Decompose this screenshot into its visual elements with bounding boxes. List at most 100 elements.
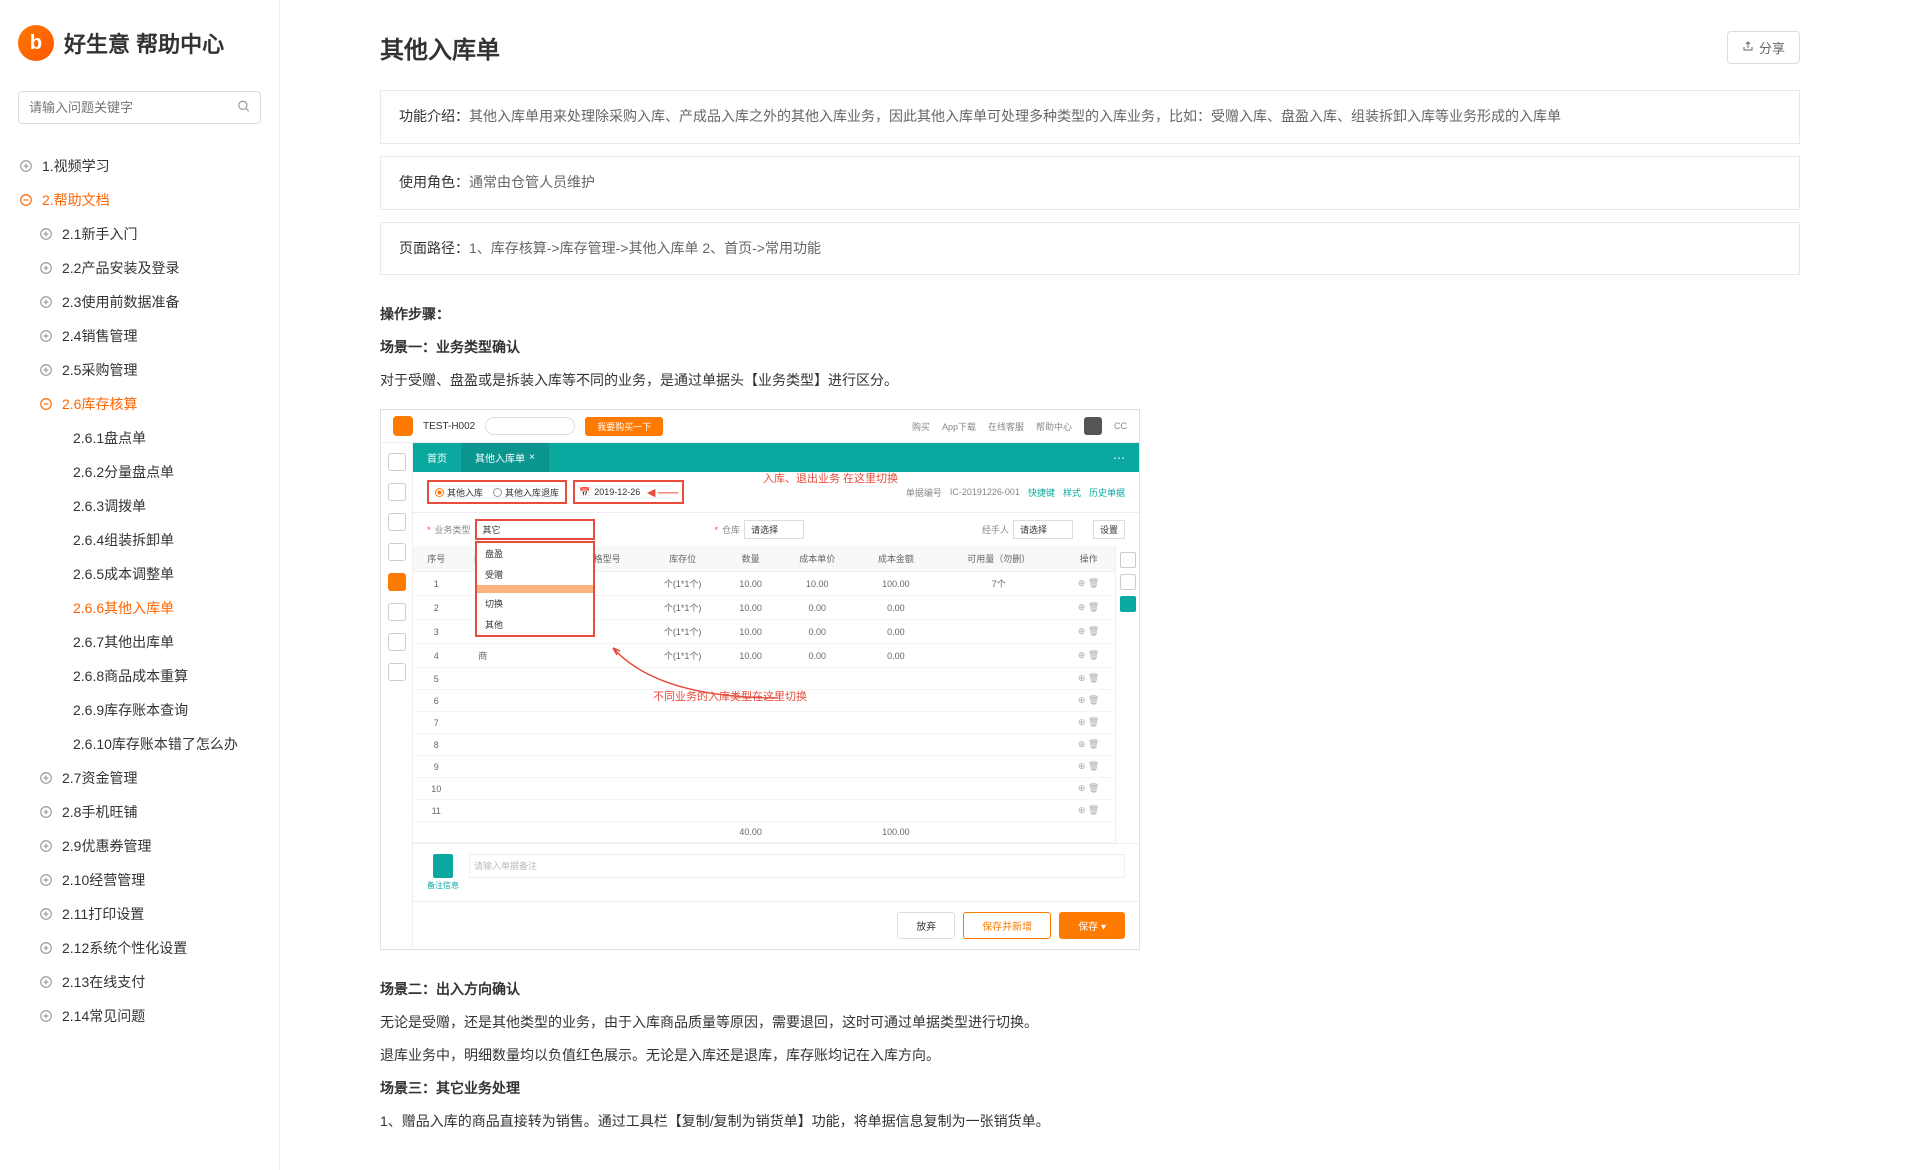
ss-shortcut-link[interactable]: 快捷键 <box>1028 486 1055 499</box>
nav-item-label: 2.帮助文档 <box>42 190 110 210</box>
nav-item-label: 2.14常见问题 <box>62 1006 145 1026</box>
ss-rb-icon[interactable] <box>1120 552 1136 568</box>
nav-item-label: 2.1新手入门 <box>62 224 137 244</box>
row-action-icon[interactable]: ⊕ 🗑 <box>1078 626 1099 636</box>
scene2-text2: 退库业务中，明细数量均以负值红色展示。无论是入库还是退库，库存账均记在入库方向。 <box>380 1041 1800 1069</box>
ss-rb-icon[interactable] <box>1120 574 1136 590</box>
table-row[interactable]: 4商个(1*1个)10.000.000.00⊕ 🗑 <box>413 644 1115 668</box>
nav-item[interactable]: 2.帮助文档 <box>18 183 261 217</box>
ss-toplink-help[interactable]: 帮助中心 <box>1036 420 1072 433</box>
ss-toplink-app[interactable]: App下载 <box>942 420 976 433</box>
ss-side-icon[interactable] <box>388 513 406 531</box>
table-header: 可用量（勿删） <box>935 546 1062 572</box>
nav-item[interactable]: 2.6.7其他出库单 <box>18 625 261 659</box>
plus-icon <box>38 804 54 820</box>
ss-rb-icon[interactable] <box>1120 596 1136 612</box>
search-input[interactable] <box>18 91 261 124</box>
ss-side-icon[interactable] <box>388 453 406 471</box>
scene3-title: 场景三：其它业务处理 <box>380 1074 1800 1102</box>
close-icon[interactable]: × <box>529 452 535 463</box>
search-box <box>18 91 261 124</box>
nav-item-label: 2.6.3调拨单 <box>73 496 146 516</box>
ss-side-icon[interactable] <box>388 663 406 681</box>
ss-toplink-buy[interactable]: 购买 <box>912 420 930 433</box>
ss-tab-home[interactable]: 首页 <box>413 443 461 472</box>
annotation-1: 入库、退出业务 在这里切换 <box>763 470 898 486</box>
ss-biztype-dropdown[interactable]: 盘盈 受赠 切换 其他 <box>475 541 595 637</box>
nav-item[interactable]: 2.4销售管理 <box>18 319 261 353</box>
ss-tab-current[interactable]: 其他入库单 × <box>461 443 549 472</box>
search-icon[interactable] <box>237 99 251 116</box>
nav-item[interactable]: 1.视频学习 <box>18 149 261 183</box>
row-action-icon[interactable]: ⊕ 🗑 <box>1078 602 1099 612</box>
ss-remark-input[interactable]: 请输入单据备注 <box>469 854 1125 878</box>
ss-buy-button[interactable]: 我要购买一下 <box>585 417 663 436</box>
nav-item[interactable]: 2.6.5成本调整单 <box>18 557 261 591</box>
nav-item[interactable]: 2.1新手入门 <box>18 217 261 251</box>
share-button[interactable]: 分享 <box>1727 31 1800 64</box>
nav-item[interactable]: 2.5采购管理 <box>18 353 261 387</box>
page-title: 其他入库单 <box>380 30 500 65</box>
table-row[interactable]: 9⊕ 🗑 <box>413 756 1115 778</box>
nav-item[interactable]: 2.8手机旺铺 <box>18 795 261 829</box>
nav-item[interactable]: 2.2产品安装及登录 <box>18 251 261 285</box>
ss-search-mini[interactable] <box>485 417 575 435</box>
ss-date-picker[interactable]: 📅 2019-12-26 ◄── <box>573 480 684 504</box>
scene1-title: 场景一：业务类型确认 <box>380 333 1800 361</box>
ss-side-icon[interactable] <box>388 633 406 651</box>
nav-item[interactable]: 2.6.2分量盘点单 <box>18 455 261 489</box>
table-row[interactable]: 8⊕ 🗑 <box>413 734 1115 756</box>
content-section: 操作步骤： 场景一：业务类型确认 对于受赠、盘盈或是拆装入库等不同的业务，是通过… <box>380 300 1800 1135</box>
table-row[interactable]: 10⊕ 🗑 <box>413 778 1115 800</box>
ss-doctype-radio[interactable]: 其他入库 其他入库退库 <box>427 480 567 504</box>
nav-item-label: 2.6.6其他入库单 <box>73 598 174 618</box>
ss-side-icon[interactable] <box>388 543 406 561</box>
ss-style-link[interactable]: 样式 <box>1063 486 1081 499</box>
nav-item[interactable]: 2.12系统个性化设置 <box>18 931 261 965</box>
scene3-text: 1、赠品入库的商品直接转为销售。通过工具栏【复制/复制为销货单】功能，将单据信息… <box>380 1107 1800 1135</box>
nav-item[interactable]: 2.6.1盘点单 <box>18 421 261 455</box>
ss-handler-select[interactable]: 请选择 <box>1013 520 1073 539</box>
nav-item-label: 2.4销售管理 <box>62 326 137 346</box>
nav-item-label: 2.6.8商品成本重算 <box>73 666 188 686</box>
ss-cancel-button[interactable]: 放弃 <box>897 912 955 939</box>
nav-item[interactable]: 2.6.3调拨单 <box>18 489 261 523</box>
nav-item[interactable]: 2.6库存核算 <box>18 387 261 421</box>
ss-save-button[interactable]: 保存 ▾ <box>1059 912 1125 939</box>
nav-item[interactable]: 2.6.8商品成本重算 <box>18 659 261 693</box>
plus-icon <box>38 1008 54 1024</box>
ss-side-icon[interactable] <box>388 483 406 501</box>
nav-item[interactable]: 2.6.4组装拆卸单 <box>18 523 261 557</box>
nav-item[interactable]: 2.10经营管理 <box>18 863 261 897</box>
ss-tab-more[interactable]: ⋯ <box>1099 444 1139 472</box>
nav-item[interactable]: 2.6.9库存账本查询 <box>18 693 261 727</box>
table-row[interactable]: 11⊕ 🗑 <box>413 800 1115 822</box>
minus-icon <box>38 396 54 412</box>
ss-rightbar <box>1115 546 1139 843</box>
row-action-icon[interactable]: ⊕ 🗑 <box>1078 650 1099 660</box>
nav-item-label: 2.8手机旺铺 <box>62 802 137 822</box>
nav-item[interactable]: 2.11打印设置 <box>18 897 261 931</box>
ss-save-add-button[interactable]: 保存并新增 <box>963 912 1051 939</box>
nav-item[interactable]: 2.7资金管理 <box>18 761 261 795</box>
row-action-icon[interactable]: ⊕ 🗑 <box>1078 578 1099 588</box>
table-row[interactable]: 7⊕ 🗑 <box>413 712 1115 734</box>
ss-side-icon[interactable] <box>388 573 406 591</box>
ss-toplink-service[interactable]: 在线客服 <box>988 420 1024 433</box>
nav-item-label: 2.11打印设置 <box>62 904 144 924</box>
nav-item[interactable]: 2.3使用前数据准备 <box>18 285 261 319</box>
ss-warehouse-select[interactable]: 请选择 <box>744 520 804 539</box>
table-row[interactable]: 5⊕ 🗑 <box>413 668 1115 690</box>
nav-item[interactable]: 2.6.10库存账本错了怎么办 <box>18 727 261 761</box>
ss-history-link[interactable]: 历史单据 <box>1089 486 1125 499</box>
plus-icon <box>38 328 54 344</box>
nav-item[interactable]: 2.6.6其他入库单 <box>18 591 261 625</box>
nav-item[interactable]: 2.14常见问题 <box>18 999 261 1033</box>
ss-setting-button[interactable]: 设置 <box>1093 520 1125 539</box>
nav-item-label: 2.10经营管理 <box>62 870 145 890</box>
ss-biztype-select[interactable]: 其它 <box>475 519 595 540</box>
ss-side-icon[interactable] <box>388 603 406 621</box>
ss-avatar[interactable] <box>1084 417 1102 435</box>
nav-item[interactable]: 2.13在线支付 <box>18 965 261 999</box>
nav-item[interactable]: 2.9优惠券管理 <box>18 829 261 863</box>
